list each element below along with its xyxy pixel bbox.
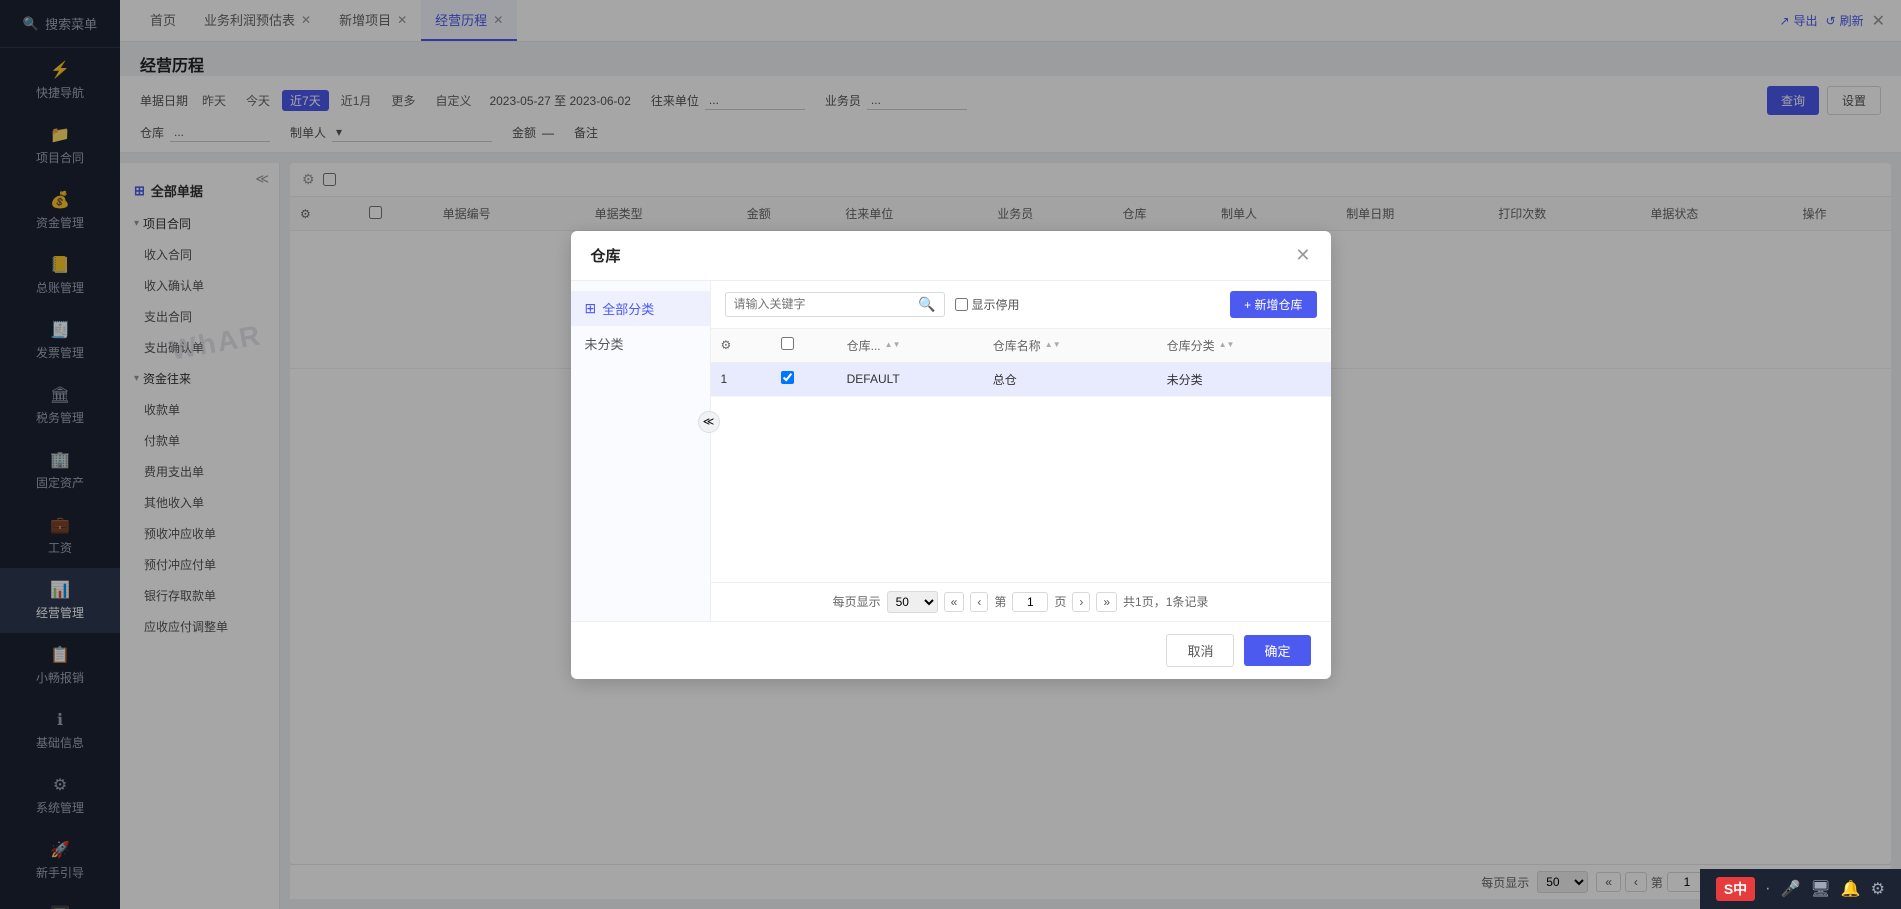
taskbar-logo: S中 (1716, 877, 1755, 901)
modal-select-all[interactable] (781, 337, 794, 350)
modal-next-page[interactable]: › (1072, 592, 1090, 612)
modal-row-code: DEFAULT (837, 362, 983, 396)
modal-settings-icon[interactable]: ⚙ (721, 338, 732, 352)
modal-th-category[interactable]: 仓库分类 ▲▼ (1157, 329, 1331, 363)
modal-content-area: 🔍 显示停用 + 新增仓库 ⚙ (711, 281, 1331, 621)
modal-row-id: 1 (711, 362, 772, 396)
modal-cancel-button[interactable]: 取消 (1166, 634, 1234, 667)
taskbar-mic-icon[interactable]: 🎤 (1781, 879, 1801, 899)
modal-th-code[interactable]: 仓库... ▲▼ (837, 329, 983, 363)
modal-per-page-label: 每页显示 (833, 593, 881, 610)
modal-last-page[interactable]: » (1096, 592, 1117, 612)
modal-overlay: 仓库 ✕ ⊞ 全部分类 未分类 ≪ (0, 0, 1901, 909)
modal-uncategorized-item[interactable]: 未分类 (571, 326, 710, 361)
modal-search-field[interactable]: 🔍 (725, 292, 945, 317)
modal-collapse-btn[interactable]: ≪ (698, 411, 720, 433)
taskbar-bell-icon[interactable]: 🔔 (1841, 879, 1861, 899)
modal-search-input[interactable] (734, 297, 913, 311)
modal-toolbar: 🔍 显示停用 + 新增仓库 (711, 281, 1331, 329)
sort-icon-name: ▲▼ (1045, 341, 1061, 349)
modal-table-scroll: ⚙ 仓库... ▲▼ 仓库名称 (711, 329, 1331, 582)
modal-th-checkbox (771, 329, 836, 363)
show-disabled-checkbox-label[interactable]: 显示停用 (955, 296, 1020, 313)
modal-close-button[interactable]: ✕ (1295, 245, 1310, 266)
modal-pagination: 每页显示 50 100 « ‹ 第 页 › » 共1页，1条记录 (711, 582, 1331, 621)
modal-page-input[interactable] (1012, 592, 1048, 612)
modal-all-category-item[interactable]: ⊞ 全部分类 (571, 291, 710, 326)
modal-row-category: 未分类 (1157, 362, 1331, 396)
modal-first-page[interactable]: « (944, 592, 965, 612)
modal-title: 仓库 (591, 245, 621, 266)
modal-page-text: 第 (994, 593, 1006, 610)
taskbar: S中 · 🎤 🖥 🔔 ⚙ (1700, 869, 1901, 909)
table-row[interactable]: 1 DEFAULT 总仓 未分类 (711, 362, 1331, 396)
taskbar-settings-icon[interactable]: ⚙ (1871, 879, 1885, 899)
modal-search-icon[interactable]: 🔍 (918, 296, 935, 313)
sort-icon-category: ▲▼ (1219, 341, 1235, 349)
sort-icon-code: ▲▼ (885, 341, 901, 349)
show-disabled-checkbox[interactable] (955, 298, 968, 311)
modal-header: 仓库 ✕ (571, 231, 1331, 281)
modal-warehouse-table: ⚙ 仓库... ▲▼ 仓库名称 (711, 329, 1331, 397)
modal-prev-page[interactable]: ‹ (970, 592, 988, 612)
modal-sidebar: ⊞ 全部分类 未分类 ≪ (571, 281, 711, 621)
modal-confirm-button[interactable]: 确定 (1244, 635, 1310, 666)
modal-add-warehouse-button[interactable]: + 新增仓库 (1230, 291, 1316, 318)
modal-page-unit: 页 (1054, 593, 1066, 610)
modal-body: ⊞ 全部分类 未分类 ≪ 🔍 (571, 281, 1331, 621)
taskbar-dot-icon[interactable]: · (1765, 880, 1770, 898)
modal-th-settings[interactable]: ⚙ (711, 329, 772, 363)
modal-total-records: 共1页，1条记录 (1123, 593, 1208, 610)
taskbar-screen-icon[interactable]: 🖥 (1810, 879, 1830, 899)
modal-row-name: 总仓 (983, 362, 1157, 396)
modal-th-name[interactable]: 仓库名称 ▲▼ (983, 329, 1157, 363)
modal-per-page-select[interactable]: 50 100 (887, 591, 938, 613)
warehouse-modal: 仓库 ✕ ⊞ 全部分类 未分类 ≪ (571, 231, 1331, 679)
modal-grid-icon: ⊞ (585, 300, 597, 317)
modal-row-checkbox[interactable] (771, 362, 836, 396)
